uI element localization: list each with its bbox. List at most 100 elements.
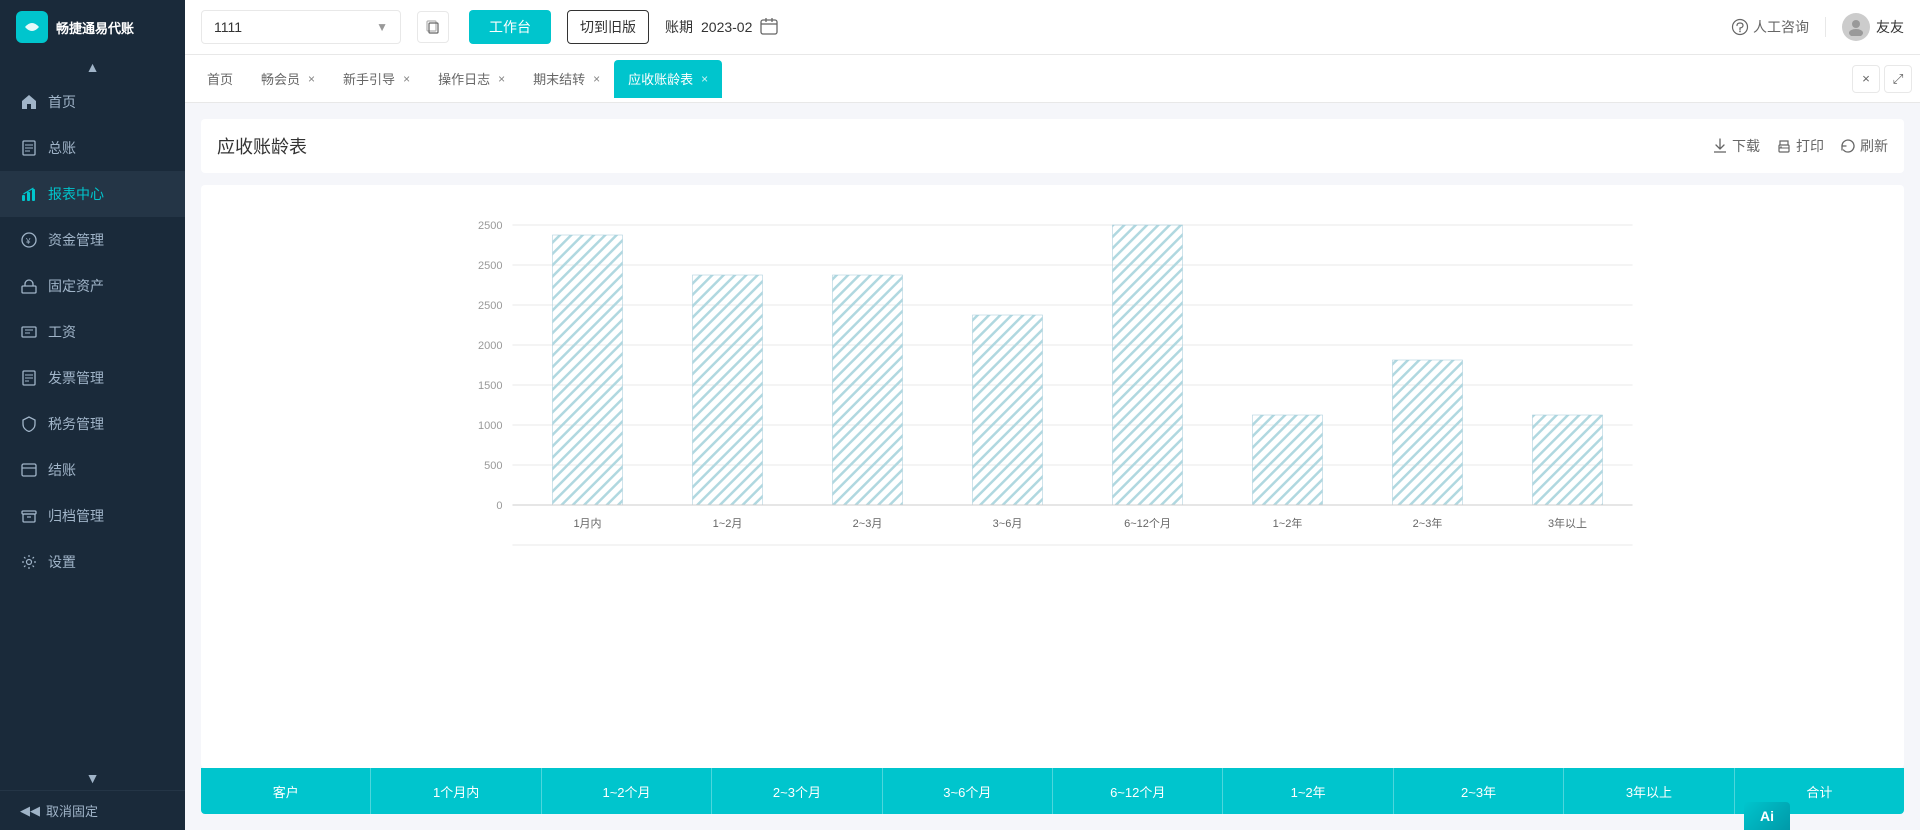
tab-home[interactable]: 首页 xyxy=(193,60,247,98)
tab-home-label: 首页 xyxy=(207,69,233,88)
sidebar-item-label: 归档管理 xyxy=(48,506,104,526)
tab-log[interactable]: 操作日志 × xyxy=(424,60,519,98)
user-name: 友友 xyxy=(1876,17,1904,37)
tax-icon xyxy=(20,415,38,433)
svg-text:3年以上: 3年以上 xyxy=(1548,516,1587,530)
svg-text:1月内: 1月内 xyxy=(573,516,601,530)
col-3years-plus: 3年以上 xyxy=(1564,768,1734,814)
main-area: ▲ 首页 总账 xyxy=(0,55,1920,830)
close-tab-button[interactable]: × xyxy=(1852,65,1880,93)
sidebar-item-settings[interactable]: 设置 xyxy=(0,539,185,585)
sidebar-item-payroll[interactable]: 工资 xyxy=(0,309,185,355)
calendar-icon[interactable] xyxy=(760,17,778,38)
sidebar-item-label: 首页 xyxy=(48,92,76,112)
bar-chart: 2500 2500 2500 2000 1500 1000 500 0 xyxy=(221,205,1884,585)
svg-text:1500: 1500 xyxy=(478,380,502,392)
tab-period-end[interactable]: 期末结转 × xyxy=(519,60,614,98)
sidebar-item-invoice[interactable]: 发票管理 xyxy=(0,355,185,401)
user-area[interactable]: 友友 xyxy=(1842,13,1904,41)
home-icon xyxy=(20,93,38,111)
col-1-2years: 1~2年 xyxy=(1223,768,1393,814)
logo-icon xyxy=(16,11,48,43)
tab-member-close[interactable]: × xyxy=(308,72,315,86)
archive-icon xyxy=(20,507,38,525)
chevron-down-icon: ▼ xyxy=(376,20,388,34)
sidebar-item-ledger[interactable]: 总账 xyxy=(0,125,185,171)
tab-aging-label: 应收账龄表 xyxy=(628,69,693,88)
sidebar-item-label: 设置 xyxy=(48,552,76,572)
svg-text:1000: 1000 xyxy=(478,420,502,432)
svg-text:2500: 2500 xyxy=(478,260,502,272)
invoice-icon xyxy=(20,369,38,387)
sidebar-item-label: 结账 xyxy=(48,460,76,480)
period-value: 2023-02 xyxy=(701,19,752,35)
tab-log-label: 操作日志 xyxy=(438,69,490,88)
page-header: 应收账龄表 下载 打印 刷新 xyxy=(201,119,1904,173)
reports-icon xyxy=(20,185,38,203)
table-header: 客户 1个月内 1~2个月 2~3个月 3~6个月 6~12 xyxy=(201,768,1904,814)
company-name: 1111 xyxy=(214,19,368,35)
tab-guide-label: 新手引导 xyxy=(343,69,395,88)
tab-actions: × ⤢ xyxy=(1852,65,1912,93)
sidebar-item-home[interactable]: 首页 xyxy=(0,79,185,125)
assets-icon xyxy=(20,277,38,295)
sidebar-item-assets[interactable]: 固定资产 xyxy=(0,263,185,309)
tab-guide[interactable]: 新手引导 × xyxy=(329,60,424,98)
svg-text:2500: 2500 xyxy=(478,220,502,232)
sidebar-item-reports[interactable]: 报表中心 xyxy=(0,171,185,217)
tab-member[interactable]: 畅会员 × xyxy=(247,60,329,98)
ai-badge[interactable]: Ai xyxy=(1744,802,1790,830)
print-button[interactable]: 打印 xyxy=(1776,136,1824,156)
sidebar-scroll: 首页 总账 报表中心 xyxy=(0,79,185,766)
sidebar-item-funds[interactable]: ¥ 资金管理 xyxy=(0,217,185,263)
consult-button[interactable]: 人工咨询 xyxy=(1731,17,1809,37)
col-1month: 1个月内 xyxy=(371,768,541,814)
expand-tab-button[interactable]: ⤢ xyxy=(1884,65,1912,93)
col-6-12months: 6~12个月 xyxy=(1053,768,1223,814)
sidebar-item-checkout[interactable]: 结账 xyxy=(0,447,185,493)
divider xyxy=(1825,17,1826,37)
tab-aging-close[interactable]: × xyxy=(701,72,708,86)
tab-aging[interactable]: 应收账龄表 × xyxy=(614,60,722,98)
tab-log-close[interactable]: × xyxy=(498,72,505,86)
svg-text:500: 500 xyxy=(484,460,502,472)
tab-period-end-label: 期末结转 xyxy=(533,69,585,88)
payroll-icon xyxy=(20,323,38,341)
svg-text:1~2年: 1~2年 xyxy=(1273,516,1303,530)
tab-period-end-close[interactable]: × xyxy=(593,72,600,86)
content-area: 首页 畅会员 × 新手引导 × 操作日志 × 期末结转 × xyxy=(185,55,1920,830)
refresh-button[interactable]: 刷新 xyxy=(1840,136,1888,156)
download-button[interactable]: 下载 xyxy=(1712,136,1760,156)
user-avatar xyxy=(1842,13,1870,41)
ledger-icon xyxy=(20,139,38,157)
pin-icon: ◀◀ xyxy=(20,803,40,819)
col-1-2months: 1~2个月 xyxy=(542,768,712,814)
copy-button[interactable] xyxy=(417,11,449,43)
svg-text:3~6月: 3~6月 xyxy=(993,518,1023,530)
period-label: 账期 xyxy=(665,17,693,37)
print-label: 打印 xyxy=(1796,136,1824,156)
scroll-up-arrow[interactable]: ▲ xyxy=(0,55,185,79)
workbench-button[interactable]: 工作台 xyxy=(469,10,551,44)
sidebar-footer[interactable]: ◀◀ 取消固定 xyxy=(0,790,185,830)
svg-text:6~12个月: 6~12个月 xyxy=(1124,517,1171,530)
col-3-6months: 3~6个月 xyxy=(883,768,1053,814)
svg-text:2000: 2000 xyxy=(478,340,502,352)
consult-label: 人工咨询 xyxy=(1753,17,1809,37)
sidebar-item-archive[interactable]: 归档管理 xyxy=(0,493,185,539)
svg-text:2500: 2500 xyxy=(478,300,502,312)
logo-area: 畅捷通易代账 xyxy=(0,0,185,55)
ai-label: Ai xyxy=(1760,808,1774,824)
company-selector[interactable]: 1111 ▼ xyxy=(201,10,401,44)
tab-member-label: 畅会员 xyxy=(261,69,300,88)
scroll-down-arrow[interactable]: ▼ xyxy=(0,766,185,790)
tab-guide-close[interactable]: × xyxy=(403,72,410,86)
page-content: 应收账龄表 下载 打印 刷新 xyxy=(185,103,1920,830)
logo-text: 畅捷通易代账 xyxy=(56,18,134,37)
switch-version-button[interactable]: 切到旧版 xyxy=(567,10,649,44)
sidebar: ▲ 首页 总账 xyxy=(0,55,185,830)
tabs-bar: 首页 畅会员 × 新手引导 × 操作日志 × 期末结转 × xyxy=(185,55,1920,103)
sidebar-item-tax[interactable]: 税务管理 xyxy=(0,401,185,447)
svg-text:2~3月: 2~3月 xyxy=(853,518,883,530)
chart-container: 2500 2500 2500 2000 1500 1000 500 0 xyxy=(201,185,1904,768)
